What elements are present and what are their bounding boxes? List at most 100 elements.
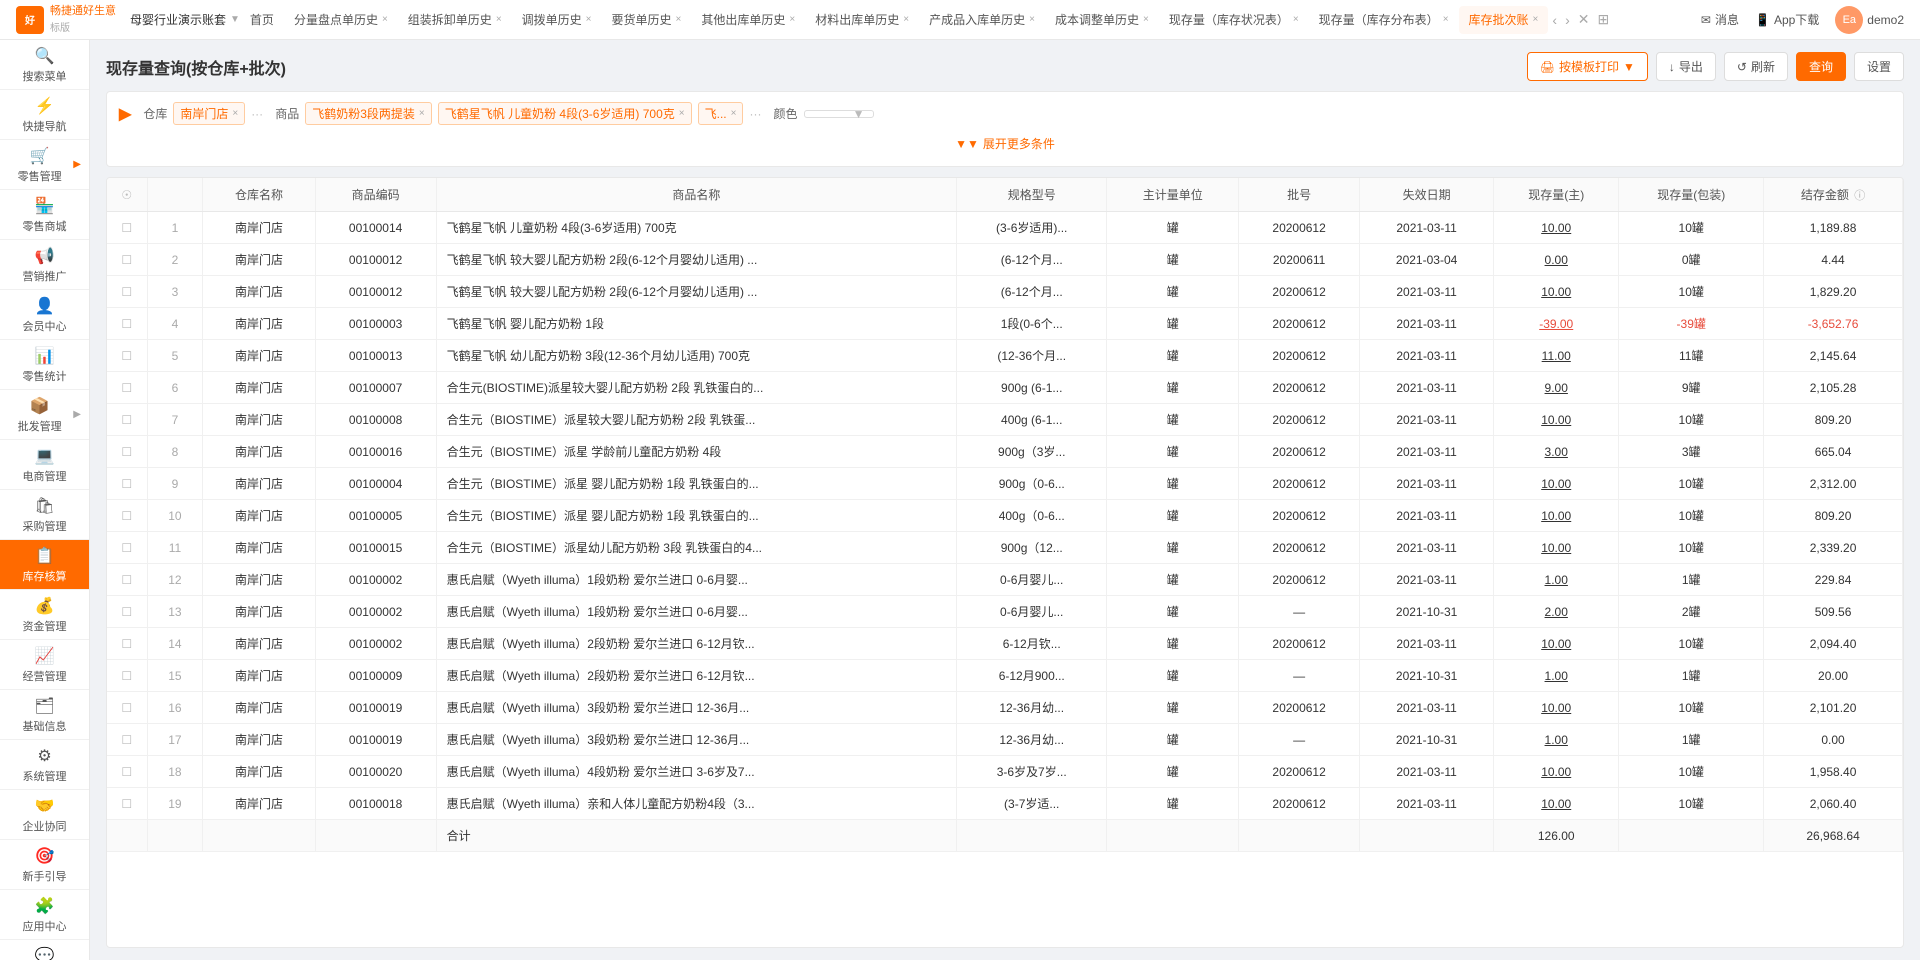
checkbox-icon[interactable]: ☐ <box>121 765 132 779</box>
checkbox-icon[interactable]: ☐ <box>121 637 132 651</box>
close-icon[interactable]: × <box>1029 14 1035 25</box>
checkbox-icon[interactable]: ☐ <box>121 509 132 523</box>
row-checkbox[interactable]: ☐ <box>107 276 147 308</box>
sidebar-item-retail-mall[interactable]: 🏪 零售商城 <box>0 190 89 240</box>
tab-close-all-icon[interactable]: ✕ <box>1574 11 1594 28</box>
export-btn[interactable]: ↓ 导出 <box>1656 52 1716 81</box>
close-icon[interactable]: × <box>676 14 682 25</box>
tab-1[interactable]: 分量盘点单历史 × <box>284 6 398 34</box>
close-icon[interactable]: × <box>1533 14 1539 25</box>
sidebar-item-guide[interactable]: 🎯 新手引导 <box>0 840 89 890</box>
checkbox-icon[interactable]: ☐ <box>121 797 132 811</box>
checkbox-icon[interactable]: ☐ <box>121 381 132 395</box>
tab-next-arrow[interactable]: › <box>1561 12 1574 28</box>
checkbox-icon[interactable]: ☐ <box>121 477 132 491</box>
tab-9[interactable]: 现存量（库存状况表） × <box>1159 6 1309 34</box>
close-icon[interactable]: × <box>382 14 388 25</box>
row-checkbox[interactable]: ☐ <box>107 532 147 564</box>
checkbox-icon[interactable]: ☐ <box>121 413 132 427</box>
tab-11[interactable]: 库存批次账 × <box>1459 6 1549 34</box>
user-area[interactable]: Ea demo2 <box>1835 6 1904 34</box>
warehouse-tag-remove[interactable]: × <box>232 108 238 119</box>
checkbox-icon[interactable]: ☐ <box>121 285 132 299</box>
expand-more-btn[interactable]: ▼▼ 展开更多条件 <box>119 131 1891 156</box>
checkbox-icon[interactable]: ☐ <box>121 349 132 363</box>
row-checkbox[interactable]: ☐ <box>107 468 147 500</box>
close-icon[interactable]: × <box>789 14 795 25</box>
sidebar-item-basics[interactable]: 🗂 基础信息 <box>0 690 89 740</box>
tab-4[interactable]: 要货单历史 × <box>602 6 692 34</box>
checkbox-icon[interactable]: ☐ <box>121 445 132 459</box>
row-checkbox[interactable]: ☐ <box>107 500 147 532</box>
tab-2[interactable]: 组装拆卸单历史 × <box>398 6 512 34</box>
sidebar-item-retail[interactable]: 🛒 零售管理 ▶ <box>0 140 89 190</box>
sidebar-item-ecommerce[interactable]: 💻 电商管理 <box>0 440 89 490</box>
sidebar-item-finance[interactable]: 💰 资金管理 <box>0 590 89 640</box>
row-checkbox[interactable]: ☐ <box>107 692 147 724</box>
tab-home[interactable]: 首页 <box>240 6 284 34</box>
close-icon[interactable]: × <box>496 14 502 25</box>
sidebar-item-inventory[interactable]: 📋 库存核算 <box>0 540 89 590</box>
product-tag-1[interactable]: 飞鹤奶粉3段两提装 × <box>305 102 432 125</box>
sidebar-item-business[interactable]: 📈 经营管理 <box>0 640 89 690</box>
sidebar-item-collab[interactable]: 🤝 企业协同 <box>0 790 89 840</box>
refresh-btn[interactable]: ↺ 刷新 <box>1724 52 1788 81</box>
product-tag-1-remove[interactable]: × <box>419 108 425 119</box>
row-checkbox[interactable]: ☐ <box>107 788 147 820</box>
product-tag-2[interactable]: 飞鹤星飞帆 儿童奶粉 4段(3-6岁适用) 700克 × <box>438 102 692 125</box>
tab-6[interactable]: 材料出库单历史 × <box>805 6 919 34</box>
sidebar-item-appcenter[interactable]: 🧩 应用中心 <box>0 890 89 940</box>
sidebar-item-marketing[interactable]: 📢 营销推广 <box>0 240 89 290</box>
row-checkbox[interactable]: ☐ <box>107 628 147 660</box>
color-select[interactable]: ▼ <box>804 110 874 118</box>
amount-info-icon[interactable]: ⓘ <box>1854 190 1865 202</box>
checkbox-icon[interactable]: ☐ <box>121 221 132 235</box>
close-icon[interactable]: × <box>1143 14 1149 25</box>
row-checkbox[interactable]: ☐ <box>107 596 147 628</box>
row-checkbox[interactable]: ☐ <box>107 436 147 468</box>
close-icon[interactable]: × <box>903 14 909 25</box>
sidebar-item-system[interactable]: ⚙ 系统管理 <box>0 740 89 790</box>
checkbox-icon[interactable]: ☐ <box>121 541 132 555</box>
product-tag-3[interactable]: 飞... × <box>698 102 744 125</box>
tab-3[interactable]: 调拨单历史 × <box>512 6 602 34</box>
tab-10[interactable]: 现存量（库存分布表） × <box>1309 6 1459 34</box>
warehouse-tag[interactable]: 南岸门店 × <box>173 102 245 125</box>
select-all-checkbox[interactable]: ☉ <box>121 188 132 202</box>
app-download-btn[interactable]: 📱 App下载 <box>1755 11 1819 28</box>
checkbox-icon[interactable]: ☐ <box>121 317 132 331</box>
sidebar-item-shortcut[interactable]: ⚡ 快捷导航 <box>0 90 89 140</box>
checkbox-icon[interactable]: ☐ <box>121 605 132 619</box>
row-checkbox[interactable]: ☐ <box>107 212 147 244</box>
checkbox-icon[interactable]: ☐ <box>121 733 132 747</box>
message-btn[interactable]: ✉ 消息 <box>1701 11 1739 28</box>
product-tag-2-remove[interactable]: × <box>679 108 685 119</box>
tab-expand-icon[interactable]: ⊞ <box>1593 11 1613 28</box>
sidebar-item-member[interactable]: 👤 会员中心 <box>0 290 89 340</box>
checkbox-icon[interactable]: ☐ <box>121 253 132 267</box>
tab-prev-arrow[interactable]: ‹ <box>1548 12 1561 28</box>
tab-5[interactable]: 其他出库单历史 × <box>691 6 805 34</box>
row-checkbox[interactable]: ☐ <box>107 244 147 276</box>
product-tag-3-remove[interactable]: × <box>731 108 737 119</box>
sidebar-item-wholesale[interactable]: 📦 批发管理 ▶ <box>0 390 89 440</box>
close-icon[interactable]: × <box>1443 14 1449 25</box>
row-checkbox[interactable]: ☐ <box>107 340 147 372</box>
checkbox-icon[interactable]: ☐ <box>121 701 132 715</box>
checkbox-icon[interactable]: ☐ <box>121 669 132 683</box>
row-checkbox[interactable]: ☐ <box>107 372 147 404</box>
close-icon[interactable]: × <box>1293 14 1299 25</box>
expand-filter-btn[interactable]: ▶ <box>119 104 131 124</box>
settings-btn[interactable]: 设置 <box>1854 52 1904 81</box>
print-btn[interactable]: 🖨 按模板打印 ▼ <box>1527 52 1648 81</box>
tab-7[interactable]: 产成品入库单历史 × <box>919 6 1045 34</box>
account-dropdown[interactable]: 母婴行业演示账套 ▼ <box>130 11 240 28</box>
tab-8[interactable]: 成本调整单历史 × <box>1045 6 1159 34</box>
checkbox-icon[interactable]: ☐ <box>121 573 132 587</box>
close-icon[interactable]: × <box>586 14 592 25</box>
row-checkbox[interactable]: ☐ <box>107 564 147 596</box>
row-checkbox[interactable]: ☐ <box>107 724 147 756</box>
sidebar-item-search[interactable]: 🔍 搜索菜单 <box>0 40 89 90</box>
row-checkbox[interactable]: ☐ <box>107 404 147 436</box>
row-checkbox[interactable]: ☐ <box>107 308 147 340</box>
